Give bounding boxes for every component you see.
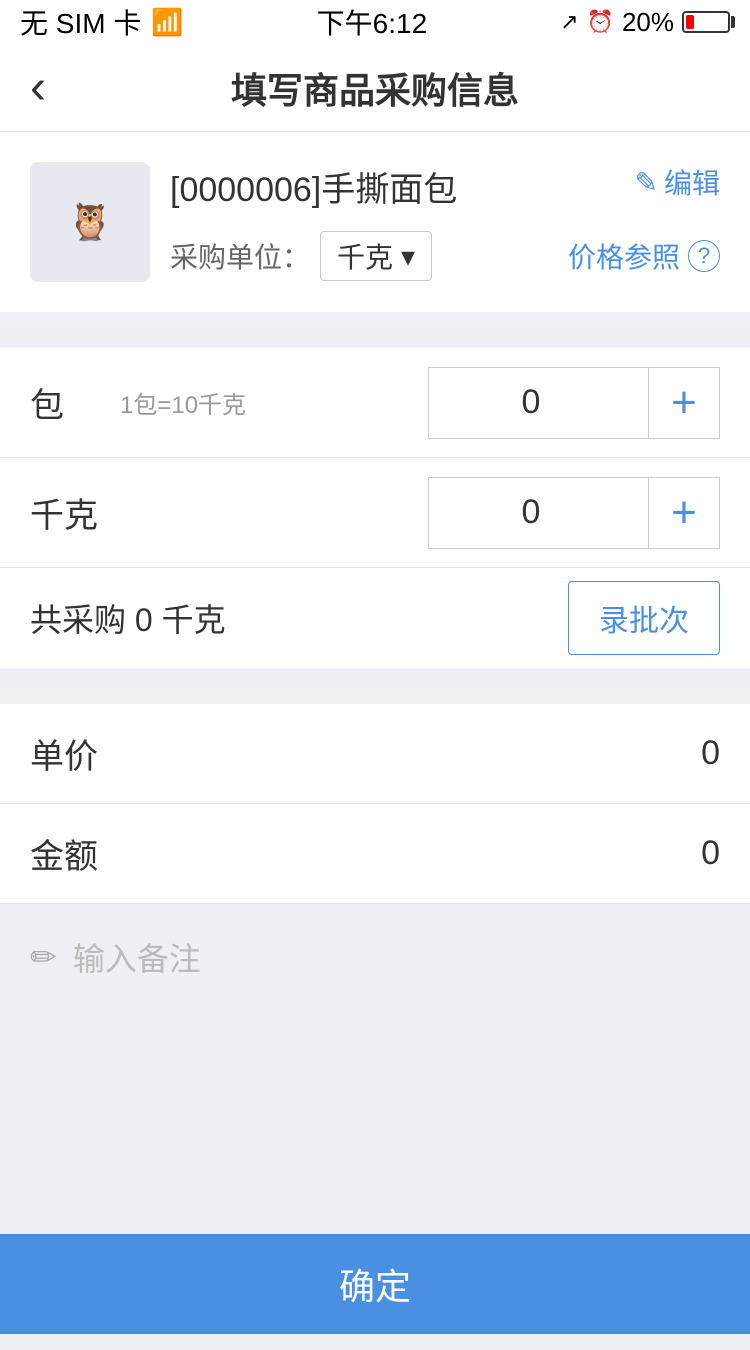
product-logo: 🦉 (68, 201, 113, 243)
page-title: 填写商品采购信息 (231, 62, 519, 114)
amount-row: 金额 0 (0, 804, 750, 904)
unit-price-label: 单价 (30, 729, 98, 778)
bao-quantity-input[interactable] (428, 367, 648, 439)
unit-price-row: 单价 0 (0, 704, 750, 804)
battery-icon (682, 11, 730, 33)
section-divider-1 (0, 330, 750, 348)
bao-sub-label: 1包=10千克 (120, 385, 428, 420)
status-left: 无 SIM 卡 📶 (20, 2, 184, 42)
price-ref-label: 价格参照 (568, 236, 680, 276)
bao-input-row: 包 1包=10千克 + (0, 348, 750, 458)
wifi-icon: 📶 (151, 7, 183, 38)
kg-plus-button[interactable]: + (648, 477, 720, 549)
product-name: [0000006]手撕面包 (170, 162, 457, 211)
remark-section[interactable]: ✏ 输入备注 (0, 904, 750, 1010)
kg-quantity-input[interactable] (428, 477, 648, 549)
status-right: ↗ ⏰ 20% (560, 7, 730, 38)
product-unit-row: 采购单位： 千克 ▾ 价格参照 ? (170, 231, 720, 281)
unit-selector-group: 采购单位： 千克 ▾ (170, 231, 432, 281)
dropdown-arrow-icon: ▾ (401, 240, 415, 273)
quantity-section: 包 1包=10千克 + 千克 + (0, 348, 750, 568)
edit-label: 编辑 (664, 162, 720, 202)
confirm-button[interactable]: 确定 (0, 1234, 750, 1334)
unit-value: 千克 (337, 236, 393, 276)
edit-button[interactable]: ✎ 编辑 (635, 162, 720, 202)
amount-value: 0 (701, 834, 720, 873)
summary-row: 共采购 0 千克 录批次 (0, 568, 750, 668)
section-divider-2 (0, 668, 750, 686)
status-bar: 无 SIM 卡 📶 下午6:12 ↗ ⏰ 20% (0, 0, 750, 44)
alarm-icon: ⏰ (587, 9, 614, 35)
location-icon: ↗ (560, 9, 578, 35)
help-icon: ? (688, 240, 720, 272)
edit-icon: ✎ (635, 166, 658, 199)
nav-bar: ‹ 填写商品采购信息 (0, 44, 750, 132)
price-ref-button[interactable]: 价格参照 ? (568, 236, 720, 276)
battery-percent: 20% (622, 7, 674, 38)
summary-text: 共采购 0 千克 (30, 595, 226, 641)
bao-plus-button[interactable]: + (648, 367, 720, 439)
amount-label: 金额 (30, 829, 98, 878)
price-section: 单价 0 金额 0 (0, 704, 750, 904)
bao-input-control: + (428, 367, 720, 439)
unit-dropdown[interactable]: 千克 ▾ (320, 231, 432, 281)
pencil-icon: ✏ (30, 938, 57, 976)
remark-placeholder: 输入备注 (73, 934, 201, 980)
unit-label: 采购单位： (170, 236, 310, 276)
bao-label: 包 (30, 378, 110, 427)
back-button[interactable]: ‹ (30, 64, 46, 112)
kg-label: 千克 (30, 488, 110, 537)
status-time: 下午6:12 (317, 2, 428, 42)
product-card: 🦉 [0000006]手撕面包 ✎ 编辑 采购单位： 千克 ▾ 价格参照 ? (0, 132, 750, 312)
confirm-label: 确定 (339, 1258, 411, 1310)
product-header: [0000006]手撕面包 ✎ 编辑 (170, 162, 720, 211)
product-image: 🦉 (30, 162, 150, 282)
kg-input-control: + (428, 477, 720, 549)
unit-price-value: 0 (701, 734, 720, 773)
batch-button[interactable]: 录批次 (568, 581, 720, 655)
kg-input-row: 千克 + (0, 458, 750, 568)
product-info: [0000006]手撕面包 ✎ 编辑 采购单位： 千克 ▾ 价格参照 ? (170, 162, 720, 281)
sim-status: 无 SIM 卡 (20, 2, 141, 42)
